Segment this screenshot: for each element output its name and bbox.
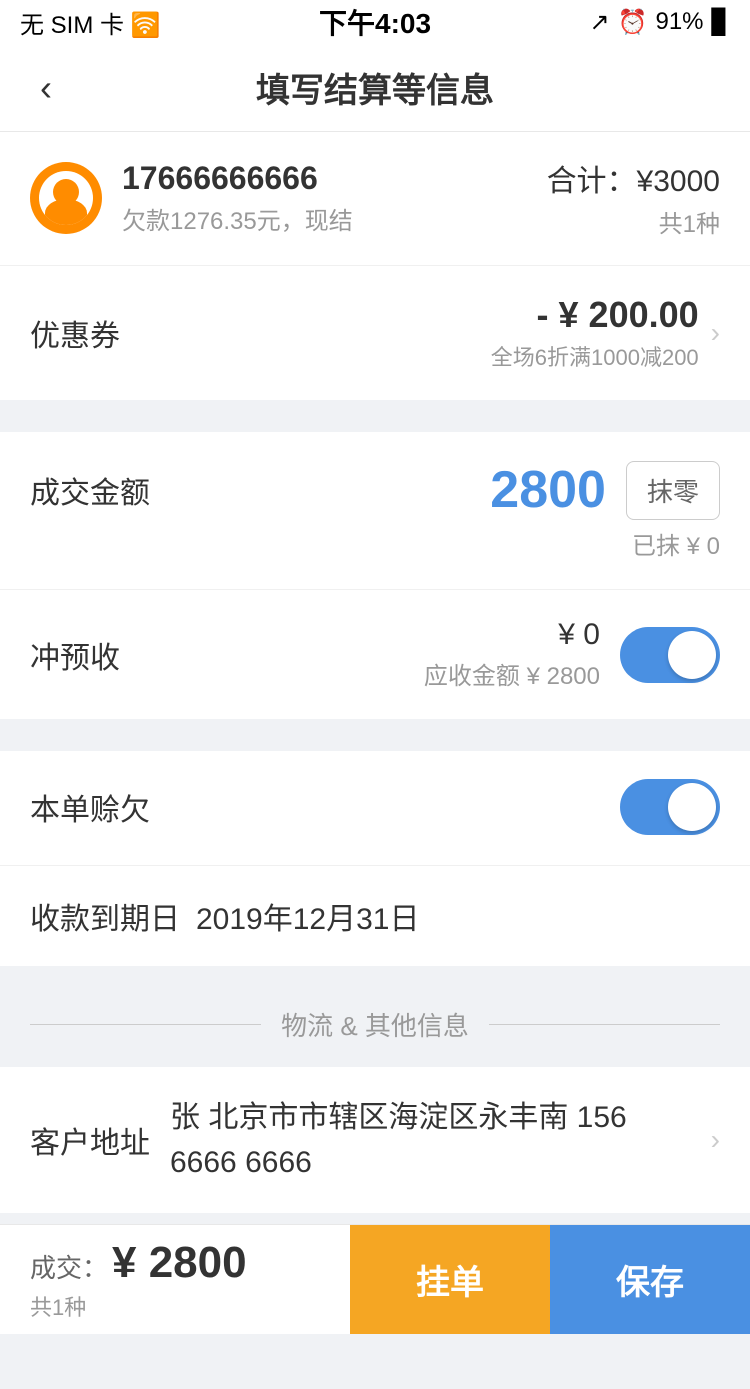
address-card: 客户地址 张 北京市市辖区海淀区永丰南 156 6666 6666 › xyxy=(0,1067,750,1213)
total-count: 共1种 xyxy=(547,204,720,239)
separator-2 xyxy=(0,735,750,751)
coupon-label: 优惠券 xyxy=(30,311,120,355)
amount-right: 2800 抹零 xyxy=(490,460,720,520)
due-date-section: 收款到期日 2019年12月31日 xyxy=(0,865,750,966)
logistics-divider: 物流 & 其他信息 xyxy=(0,982,750,1067)
no-sim-label: 无 SIM 卡 🛜 xyxy=(20,5,161,40)
amount-label: 成交金额 xyxy=(30,468,150,512)
status-left: 无 SIM 卡 🛜 xyxy=(20,5,161,40)
coupon-value-wrap: - ¥ 200.00 全场6折满1000减200 xyxy=(491,294,699,372)
status-right: ↗ ⏰ 91% ▊ xyxy=(589,8,730,37)
status-time: 下午4:03 xyxy=(319,2,431,42)
amount-value: 2800 xyxy=(490,460,606,520)
total-amount: 合计：¥3000 xyxy=(547,156,720,200)
customer-right: 合计：¥3000 共1种 xyxy=(547,156,720,239)
due-date-value: 2019年12月31日 xyxy=(196,894,419,938)
status-bar: 无 SIM 卡 🛜 下午4:03 ↗ ⏰ 91% ▊ xyxy=(0,0,750,44)
address-content: 张 北京市市辖区海淀区永丰南 156 6666 6666 xyxy=(170,1095,691,1185)
avatar-inner xyxy=(39,171,93,225)
bottom-count: 共1种 xyxy=(30,1290,320,1322)
separator-1 xyxy=(0,416,750,432)
prepay-amount-wrap: ¥ 0 应收金额 ¥ 2800 xyxy=(424,618,600,691)
back-button[interactable]: ‹ xyxy=(30,57,62,119)
avatar xyxy=(30,162,102,234)
save-button[interactable]: 保存 xyxy=(550,1225,750,1334)
battery-icon: ▊ xyxy=(712,8,730,37)
customer-sub: 欠款1276.35元，现结 xyxy=(122,201,353,236)
prepay-sub: 应收金额 ¥ 2800 xyxy=(424,656,600,691)
coupon-row[interactable]: 优惠券 - ¥ 200.00 全场6折满1000减200 › xyxy=(0,265,750,400)
customer-info: 17666666666 欠款1276.35元，现结 xyxy=(122,160,353,236)
bottom-bar: 成交： ¥ 2800 共1种 挂单 保存 xyxy=(0,1224,750,1334)
coupon-desc: 全场6折满1000减200 xyxy=(491,340,699,372)
coupon-discount: - ¥ 200.00 xyxy=(491,294,699,336)
battery-label: 91% xyxy=(655,8,703,36)
prepay-section: 冲预收 ¥ 0 应收金额 ¥ 2800 xyxy=(0,589,750,719)
divider-line-right xyxy=(489,1024,720,1025)
due-date-row: 收款到期日 2019年12月31日 xyxy=(30,894,720,938)
round-button[interactable]: 抹零 xyxy=(626,461,720,520)
due-date-label: 收款到期日 xyxy=(30,894,180,938)
address-chevron-icon: › xyxy=(711,1124,720,1156)
alarm-icon: ⏰ xyxy=(618,8,648,37)
location-icon: ↗ xyxy=(589,8,609,37)
nav-bar: ‹ 填写结算等信息 xyxy=(0,44,750,132)
prepay-right: ¥ 0 应收金额 ¥ 2800 xyxy=(424,618,720,691)
bottom-deal-label: 成交： xyxy=(30,1248,108,1285)
amount-section: 成交金额 2800 抹零 已抹 ¥ 0 xyxy=(0,432,750,589)
debt-toggle[interactable] xyxy=(620,779,720,835)
toggle-knob xyxy=(668,631,716,679)
hold-button[interactable]: 挂单 xyxy=(350,1225,550,1334)
address-label: 客户地址 xyxy=(30,1118,150,1162)
avatar-head xyxy=(53,179,79,205)
logistics-label: 物流 & 其他信息 xyxy=(281,1006,469,1043)
amount-row: 成交金额 2800 抹零 xyxy=(30,460,720,520)
debt-label: 本单赊欠 xyxy=(30,785,150,829)
chevron-right-icon: › xyxy=(711,317,720,349)
prepay-toggle[interactable] xyxy=(620,627,720,683)
prepay-amount: ¥ 0 xyxy=(424,618,600,652)
prepay-label: 冲预收 xyxy=(30,633,120,677)
amount-card: 成交金额 2800 抹零 已抹 ¥ 0 冲预收 ¥ 0 应收金额 ¥ 2800 xyxy=(0,432,750,719)
customer-phone: 17666666666 xyxy=(122,160,353,197)
content-area: 17666666666 欠款1276.35元，现结 合计：¥3000 共1种 优… xyxy=(0,132,750,1389)
bottom-summary: 成交： ¥ 2800 共1种 xyxy=(0,1225,350,1334)
address-section[interactable]: 客户地址 张 北京市市辖区海淀区永丰南 156 6666 6666 › xyxy=(0,1067,750,1213)
debt-toggle-knob xyxy=(668,783,716,831)
customer-card: 17666666666 欠款1276.35元，现结 合计：¥3000 共1种 优… xyxy=(0,132,750,400)
debt-section: 本单赊欠 xyxy=(0,751,750,863)
page-title: 填写结算等信息 xyxy=(256,63,494,112)
bottom-deal-amount: ¥ 2800 xyxy=(112,1238,247,1288)
divider-line-left xyxy=(30,1024,261,1025)
amount-sub: 已抹 ¥ 0 xyxy=(30,526,720,561)
customer-left: 17666666666 欠款1276.35元，现结 xyxy=(30,160,353,236)
bottom-deal-row: 成交： ¥ 2800 xyxy=(30,1238,320,1288)
customer-row: 17666666666 欠款1276.35元，现结 合计：¥3000 共1种 xyxy=(0,132,750,263)
coupon-right: - ¥ 200.00 全场6折满1000减200 › xyxy=(491,294,720,372)
debt-card: 本单赊欠 收款到期日 2019年12月31日 xyxy=(0,751,750,966)
